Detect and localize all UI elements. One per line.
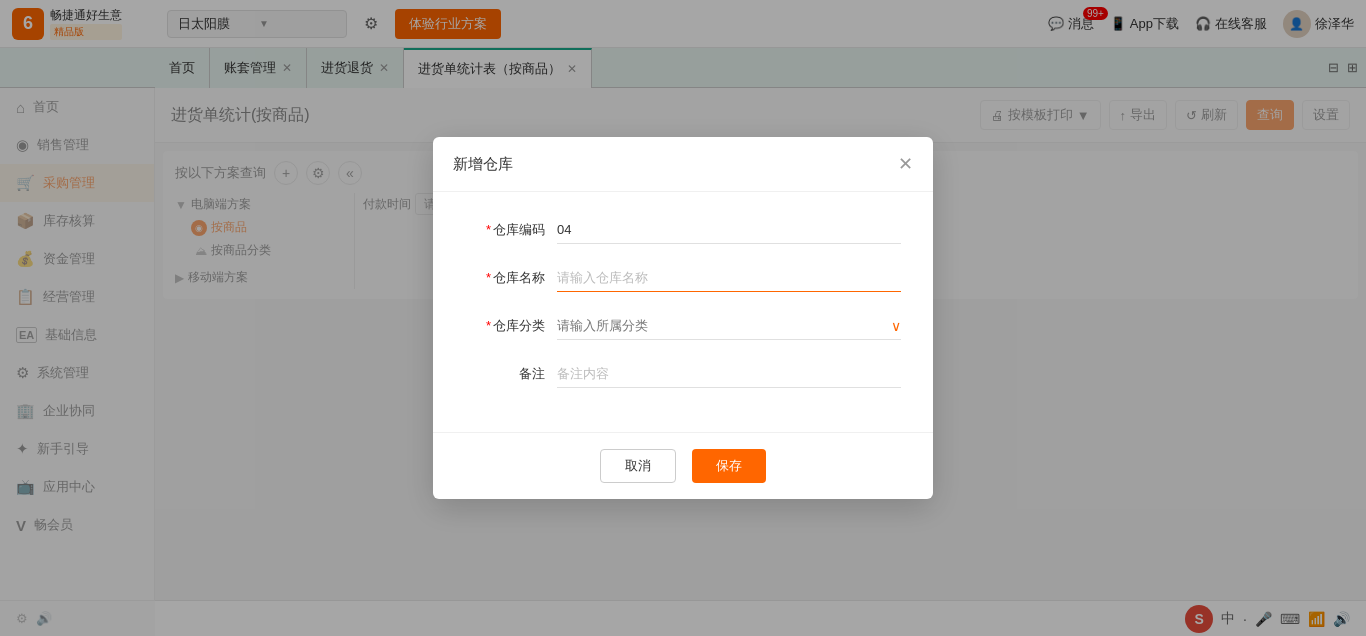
category-select-wrap: ∨	[557, 312, 901, 340]
name-input[interactable]	[557, 264, 901, 292]
note-input[interactable]	[557, 360, 901, 388]
modal-overlay: 新增仓库 ✕ 仓库编码 仓库名称 仓库分类 ∨	[0, 0, 1366, 636]
modal-body: 仓库编码 仓库名称 仓库分类 ∨ 备注	[433, 192, 933, 432]
modal-header: 新增仓库 ✕	[433, 137, 933, 192]
name-label: 仓库名称	[465, 269, 545, 287]
modal-footer: 取消 保存	[433, 432, 933, 499]
category-input[interactable]	[557, 312, 891, 339]
category-dropdown-arrow[interactable]: ∨	[891, 318, 901, 334]
note-form-row: 备注	[465, 360, 901, 388]
category-form-row: 仓库分类 ∨	[465, 312, 901, 340]
name-form-row: 仓库名称	[465, 264, 901, 292]
code-form-row: 仓库编码	[465, 216, 901, 244]
code-label: 仓库编码	[465, 221, 545, 239]
modal-title: 新增仓库	[453, 155, 513, 174]
category-label: 仓库分类	[465, 317, 545, 335]
cancel-button[interactable]: 取消	[600, 449, 676, 483]
modal-close-button[interactable]: ✕	[898, 153, 913, 175]
save-button[interactable]: 保存	[692, 449, 766, 483]
note-label: 备注	[465, 365, 545, 383]
new-warehouse-modal: 新增仓库 ✕ 仓库编码 仓库名称 仓库分类 ∨	[433, 137, 933, 499]
code-input[interactable]	[557, 216, 901, 244]
